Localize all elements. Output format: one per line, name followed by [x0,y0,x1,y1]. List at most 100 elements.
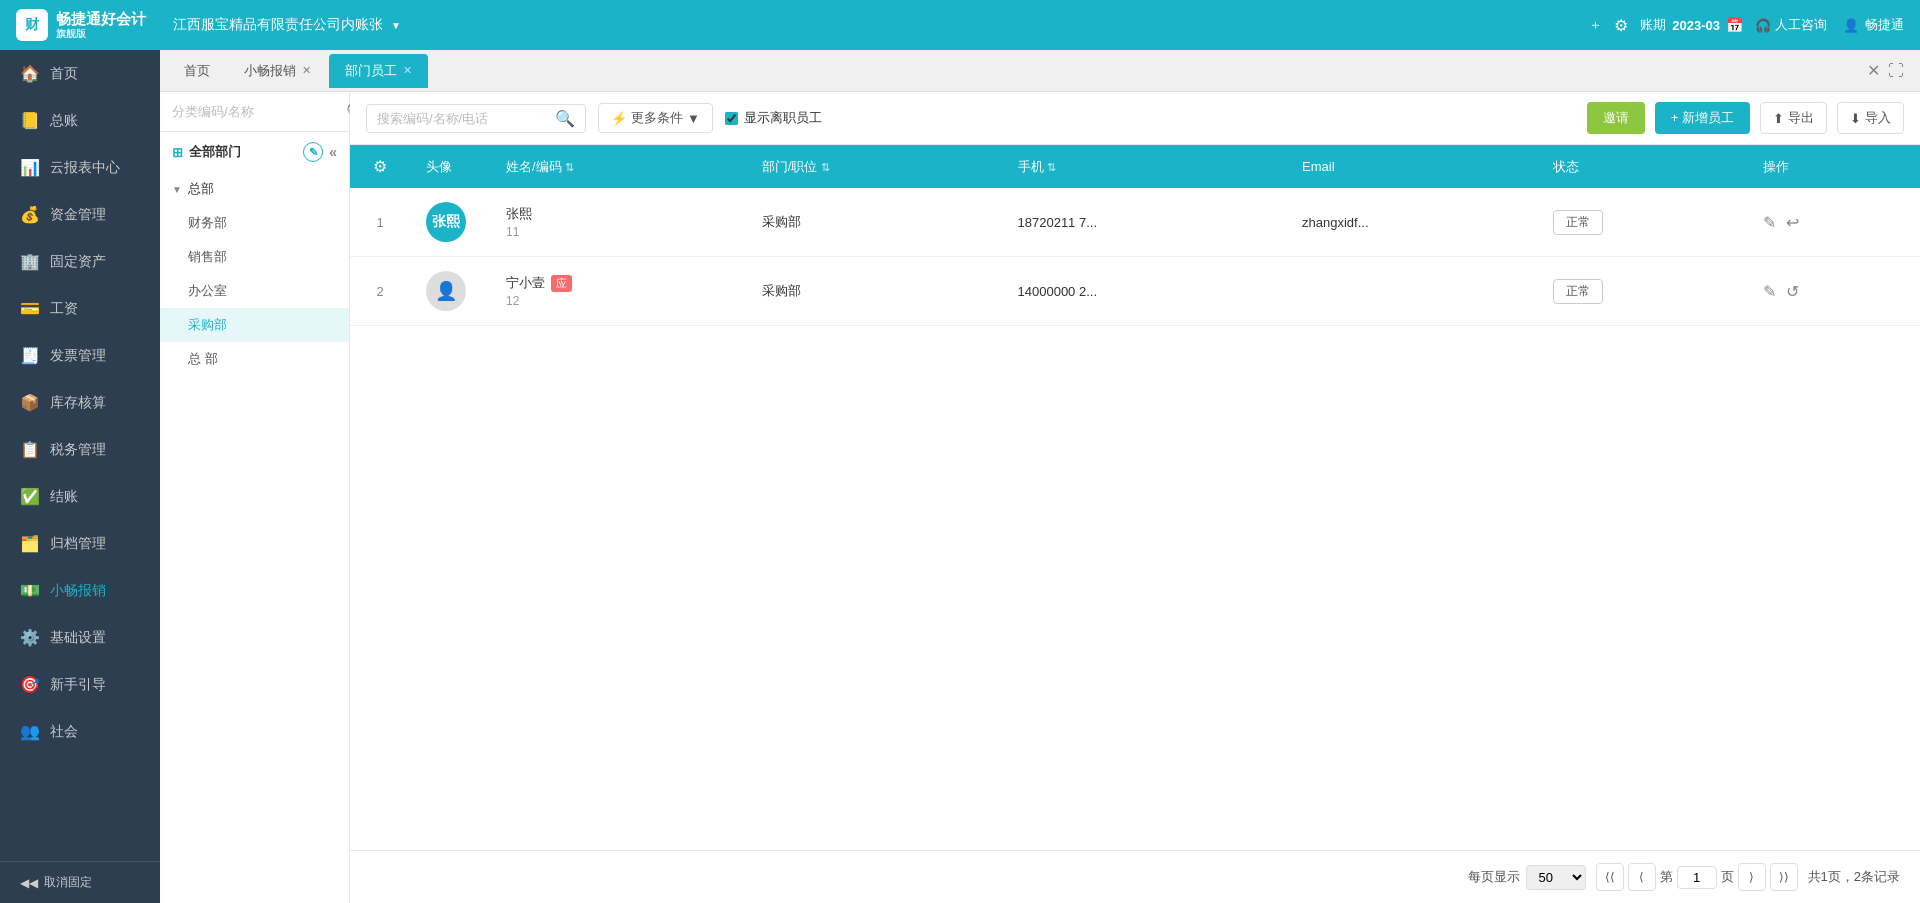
employee-search-box: 🔍 [366,104,586,133]
page-input[interactable] [1677,866,1717,889]
header-settings-icon[interactable]: ⚙ [1614,16,1628,35]
sidebar-item-invoice[interactable]: 🧾 发票管理 [0,332,160,379]
refresh-icon[interactable]: ↺ [1786,282,1799,301]
sidebar-item-tax[interactable]: 📋 税务管理 [0,426,160,473]
row-actions: ✎ ↩ [1747,188,1921,257]
dept-search-input[interactable] [172,104,340,119]
logo-text: 畅捷通好会计 旗舰版 [56,10,146,40]
row-index: 2 [350,257,410,326]
row-phone: 14000000 2... [1002,257,1287,326]
logout-icon[interactable]: ↩ [1786,213,1799,232]
avatar-zhang: 张熙 [426,202,466,242]
dept-item-headquarters[interactable]: 总 部 [160,342,349,376]
status-badge: 正常 [1553,279,1603,304]
sidebar-label: 小畅报销 [50,582,106,600]
top-header: 财 畅捷通好会计 旗舰版 江西服宝精品有限责任公司内账张 ▼ ＋ ⚙ 账期 20… [0,0,1920,50]
sidebar-label: 首页 [50,65,78,83]
sidebar-label: 资金管理 [50,206,106,224]
tab-expense[interactable]: 小畅报销 ✕ [228,54,327,88]
employee-search-input[interactable] [377,111,549,126]
sidebar-label: 新手引导 [50,676,106,694]
dept-item-purchasing[interactable]: 采购部 [160,308,349,342]
assets-icon: 🏢 [20,252,40,271]
dept-item-office[interactable]: 办公室 [160,274,349,308]
last-page-btn[interactable]: ⟩⟩ [1770,863,1798,891]
grid-icon: ⊞ [172,145,183,160]
employee-table: ⚙ 头像 姓名/编码 ⇅ 部门/职位 ⇅ [350,145,1920,326]
row-status: 正常 [1537,257,1746,326]
invite-btn[interactable]: 邀请 [1587,102,1645,134]
first-page-btn[interactable]: ⟨⟨ [1596,863,1624,891]
tab-employees[interactable]: 部门员工 ✕ [329,54,428,88]
payroll-icon: 💳 [20,299,40,318]
show-resigned-checkbox[interactable] [725,112,738,125]
import-btn[interactable]: ⬇ 导入 [1837,102,1904,134]
tag-should: 应 [551,275,572,292]
sidebar-item-close[interactable]: ✅ 结账 [0,473,160,520]
next-page-btn[interactable]: ⟩ [1738,863,1766,891]
table-gear-icon[interactable]: ⚙ [373,158,387,175]
sidebar-item-inventory[interactable]: 📦 库存核算 [0,379,160,426]
dept-header: ⊞ 全部部门 ✎ « [160,132,349,172]
edit-icon[interactable]: ✎ [1763,282,1776,301]
user-area[interactable]: 👤 畅捷通 [1843,16,1904,34]
col-email: Email [1286,145,1537,188]
sidebar-item-social[interactable]: 👥 社会 [0,708,160,755]
tab-expense-close-icon[interactable]: ✕ [302,64,311,77]
header-add-btn[interactable]: ＋ [1589,16,1602,34]
edit-icon[interactable]: ✎ [1763,213,1776,232]
calendar-icon[interactable]: 📅 [1726,17,1743,33]
sort-name-icon[interactable]: ⇅ [565,161,574,173]
tab-close-window-icon[interactable]: ✕ [1867,61,1880,80]
edit-dept-icon[interactable]: ✎ [303,142,323,162]
inner-content: 🔍 ⊞ 全部部门 ✎ « ▼ 总部 [160,92,1920,903]
sidebar-item-payroll[interactable]: 💳 工资 [0,285,160,332]
tab-actions: ✕ ⛶ [1867,61,1912,80]
user-avatar-icon: 👤 [1843,18,1859,33]
company-dropdown-icon[interactable]: ▼ [391,20,401,31]
pin-icon: ◀◀ [20,876,38,890]
main-layout: 🏠 首页 📒 总账 📊 云报表中心 💰 资金管理 🏢 固定资产 💳 工资 🧾 发… [0,50,1920,903]
import-icon: ⬇ [1850,111,1861,126]
headset-icon: 🎧 [1755,18,1771,33]
dept-item-sales[interactable]: 销售部 [160,240,349,274]
tab-fullscreen-icon[interactable]: ⛶ [1888,62,1904,80]
app-sub: 旗舰版 [56,28,146,40]
sort-phone-icon[interactable]: ⇅ [1047,161,1056,173]
sidebar-item-settings[interactable]: ⚙️ 基础设置 [0,614,160,661]
export-btn[interactable]: ⬆ 导出 [1760,102,1827,134]
collapse-icon: ▼ [172,184,182,195]
collapse-panel-icon[interactable]: « [329,144,337,160]
consult-btn[interactable]: 🎧 人工咨询 [1755,16,1827,34]
sidebar-item-expense[interactable]: 💵 小畅报销 [0,567,160,614]
dept-tree: ▼ 总部 财务部 销售部 办公室 采购部 [160,172,349,903]
sidebar-item-general-ledger[interactable]: 📒 总账 [0,97,160,144]
finance-icon: 💰 [20,205,40,224]
sidebar-label: 总账 [50,112,78,130]
sort-dept-icon[interactable]: ⇅ [821,161,830,173]
search-icon[interactable]: 🔍 [555,109,575,128]
filter-btn[interactable]: ⚡ 更多条件 ▼ [598,103,713,133]
row-email [1286,257,1537,326]
dept-search: 🔍 [160,92,349,132]
social-icon: 👥 [20,722,40,741]
prev-page-btn[interactable]: ⟨ [1628,863,1656,891]
cancel-fixed-btn[interactable]: ◀◀ 取消固定 [0,861,160,903]
dept-item-finance[interactable]: 财务部 [160,206,349,240]
sidebar-label: 结账 [50,488,78,506]
add-employee-btn[interactable]: + 新增员工 [1655,102,1750,134]
reports-icon: 📊 [20,158,40,177]
page-nav: ⟨⟨ ⟨ 第 页 ⟩ ⟩⟩ [1596,863,1798,891]
sidebar-item-reports[interactable]: 📊 云报表中心 [0,144,160,191]
sidebar-item-guide[interactable]: 🎯 新手引导 [0,661,160,708]
dept-item-parent[interactable]: ▼ 总部 [160,172,349,206]
sidebar-item-home[interactable]: 🏠 首页 [0,50,160,97]
toolbar: 🔍 ⚡ 更多条件 ▼ 显示离职员工 邀请 + 新增员工 [350,92,1920,145]
sidebar-item-archive[interactable]: 🗂️ 归档管理 [0,520,160,567]
page-size-dropdown[interactable]: 50 100 200 [1526,865,1586,890]
tab-employees-close-icon[interactable]: ✕ [403,64,412,77]
sidebar-item-finance[interactable]: 💰 资金管理 [0,191,160,238]
sidebar-item-assets[interactable]: 🏢 固定资产 [0,238,160,285]
inventory-icon: 📦 [20,393,40,412]
tab-home[interactable]: 首页 [168,54,226,88]
